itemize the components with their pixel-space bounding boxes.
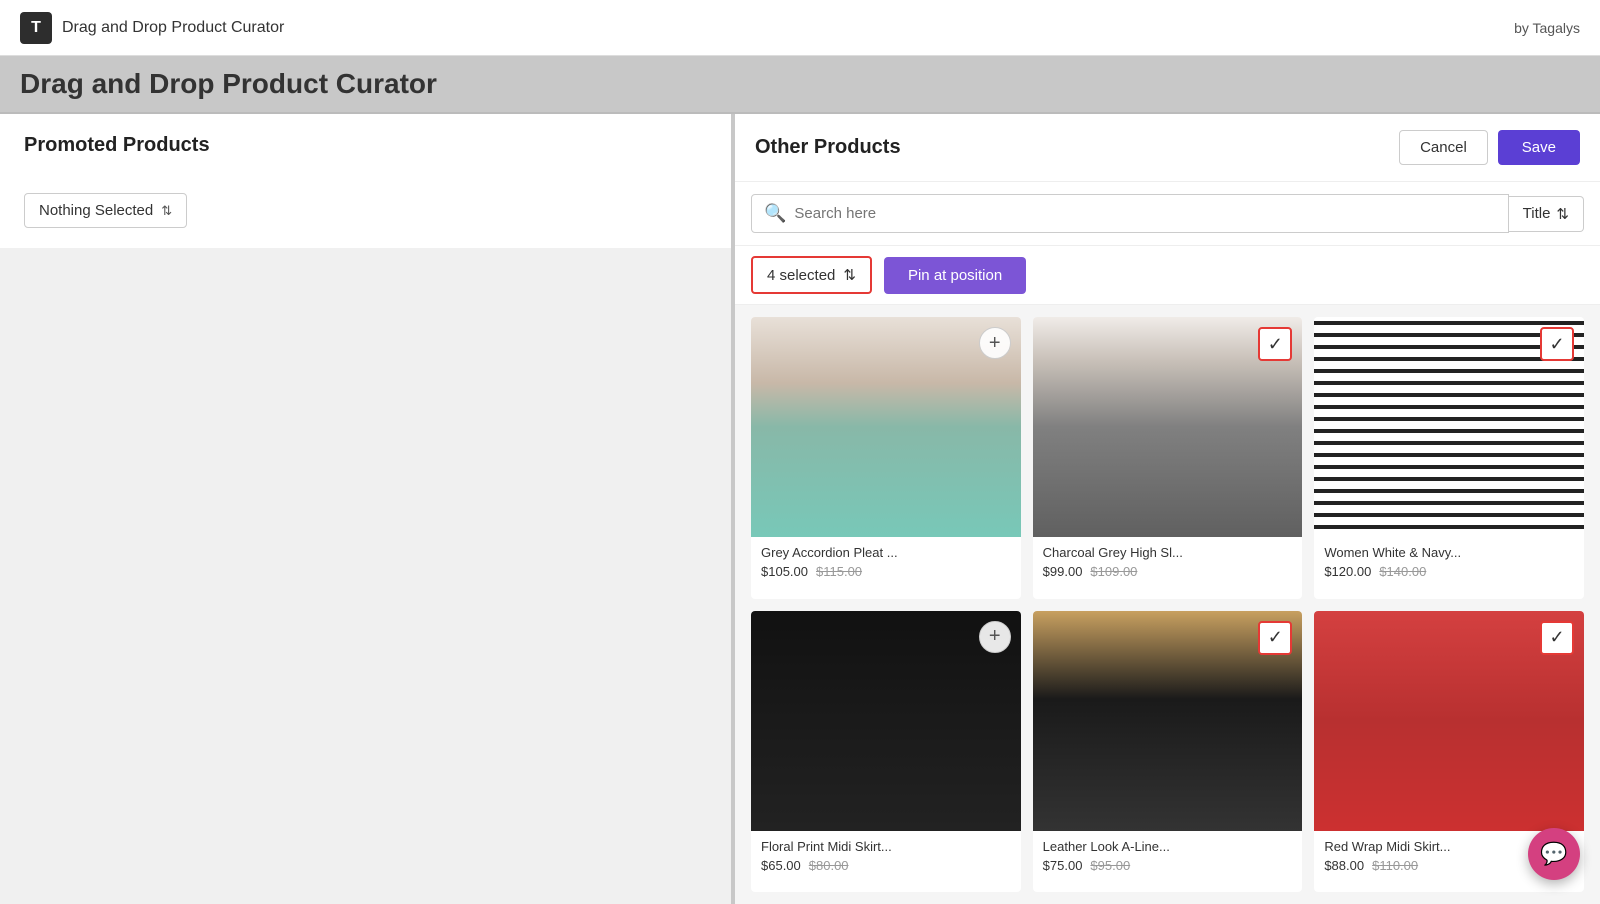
product-info: Charcoal Grey High Sl... $99.00 $109.00 <box>1033 537 1303 589</box>
page-heading: Drag and Drop Product Curator <box>0 56 1600 114</box>
price-current: $120.00 <box>1324 564 1371 579</box>
search-icon: 🔍 <box>764 203 786 224</box>
header-actions: Cancel Save <box>1399 130 1580 165</box>
price-current: $105.00 <box>761 564 808 579</box>
product-name: Floral Print Midi Skirt... <box>761 839 1011 854</box>
top-bar-left: T Drag and Drop Product Curator <box>20 12 284 44</box>
app-logo: T <box>20 12 52 44</box>
product-card[interactable]: + Floral Print Midi Skirt... $65.00 $80.00 <box>751 611 1021 893</box>
title-sort-dropdown[interactable]: Title ⇅ <box>1509 196 1584 232</box>
product-prices: $105.00 $115.00 <box>761 564 1011 579</box>
left-panel: Promoted Products Nothing Selected ⇅ <box>0 114 735 904</box>
selected-count-arrows-icon: ⇅ <box>843 266 856 284</box>
save-button[interactable]: Save <box>1498 130 1580 165</box>
product-prices: $99.00 $109.00 <box>1043 564 1293 579</box>
title-sort-arrow-icon: ⇅ <box>1556 205 1569 223</box>
price-original: $109.00 <box>1090 564 1137 579</box>
product-grid: + Grey Accordion Pleat ... $105.00 $115.00 ✓… <box>735 305 1600 904</box>
product-prices: $65.00 $80.00 <box>761 858 1011 873</box>
product-image: + <box>751 317 1021 537</box>
promoted-products-title: Promoted Products <box>24 134 210 157</box>
other-products-title: Other Products <box>755 136 901 159</box>
chat-bubble[interactable]: 💬 <box>1528 828 1580 880</box>
selection-row: 4 selected ⇅ Pin at position <box>735 246 1600 305</box>
selected-count-dropdown[interactable]: 4 selected ⇅ <box>751 256 872 294</box>
price-current: $88.00 <box>1324 858 1364 873</box>
price-current: $99.00 <box>1043 564 1083 579</box>
price-original: $80.00 <box>809 858 849 873</box>
product-image: ✓ <box>1033 317 1303 537</box>
selected-check-badge[interactable]: ✓ <box>1258 621 1292 655</box>
top-bar: T Drag and Drop Product Curator by Tagal… <box>0 0 1600 56</box>
product-image: ✓ <box>1314 317 1584 537</box>
pin-at-position-button[interactable]: Pin at position <box>884 257 1026 294</box>
price-original: $115.00 <box>816 564 862 579</box>
search-input[interactable] <box>794 205 1495 222</box>
product-card[interactable]: + Grey Accordion Pleat ... $105.00 $115.00 <box>751 317 1021 599</box>
price-current: $75.00 <box>1043 858 1083 873</box>
product-name: Charcoal Grey High Sl... <box>1043 545 1293 560</box>
main-panel: Promoted Products Nothing Selected ⇅ Oth… <box>0 114 1600 904</box>
search-row: 🔍 Title ⇅ <box>735 182 1600 246</box>
product-prices: $120.00 $140.00 <box>1324 564 1574 579</box>
price-original: $95.00 <box>1090 858 1130 873</box>
search-box: 🔍 <box>751 194 1509 233</box>
app-title: Drag and Drop Product Curator <box>62 19 284 37</box>
cancel-button[interactable]: Cancel <box>1399 130 1488 165</box>
selected-check-badge[interactable]: ✓ <box>1540 621 1574 655</box>
price-original: $110.00 <box>1372 858 1418 873</box>
selected-check-badge[interactable]: ✓ <box>1258 327 1292 361</box>
top-bar-byline: by Tagalys <box>1514 20 1580 36</box>
product-card[interactable]: ✓ Women White & Navy... $120.00 $140.00 <box>1314 317 1584 599</box>
add-product-button[interactable]: + <box>979 327 1011 359</box>
selected-check-badge[interactable]: ✓ <box>1540 327 1574 361</box>
product-info: Women White & Navy... $120.00 $140.00 <box>1314 537 1584 589</box>
selected-count-label: 4 selected <box>767 267 835 284</box>
product-card[interactable]: ✓ Leather Look A-Line... $75.00 $95.00 <box>1033 611 1303 893</box>
right-panel: Other Products Cancel Save 🔍 Title ⇅ 4 s… <box>735 114 1600 904</box>
product-name: Leather Look A-Line... <box>1043 839 1293 854</box>
promoted-products-area <box>0 248 731 904</box>
left-header: Promoted Products <box>0 114 731 173</box>
dropdown-arrows-icon: ⇅ <box>161 203 172 219</box>
nothing-selected-label: Nothing Selected <box>39 202 153 219</box>
right-header: Other Products Cancel Save <box>735 114 1600 182</box>
product-name: Grey Accordion Pleat ... <box>761 545 1011 560</box>
title-sort-label: Title <box>1523 205 1551 222</box>
product-name: Women White & Navy... <box>1324 545 1574 560</box>
product-info: Grey Accordion Pleat ... $105.00 $115.00 <box>751 537 1021 589</box>
product-image: ✓ <box>1033 611 1303 831</box>
price-current: $65.00 <box>761 858 801 873</box>
product-info: Leather Look A-Line... $75.00 $95.00 <box>1033 831 1303 883</box>
add-product-button[interactable]: + <box>979 621 1011 653</box>
product-info: Floral Print Midi Skirt... $65.00 $80.00 <box>751 831 1021 883</box>
product-image: + <box>751 611 1021 831</box>
price-original: $140.00 <box>1379 564 1426 579</box>
product-prices: $75.00 $95.00 <box>1043 858 1293 873</box>
nothing-selected-dropdown[interactable]: Nothing Selected ⇅ <box>24 193 187 228</box>
product-image: ✓ <box>1314 611 1584 831</box>
product-card[interactable]: ✓ Charcoal Grey High Sl... $99.00 $109.00 <box>1033 317 1303 599</box>
